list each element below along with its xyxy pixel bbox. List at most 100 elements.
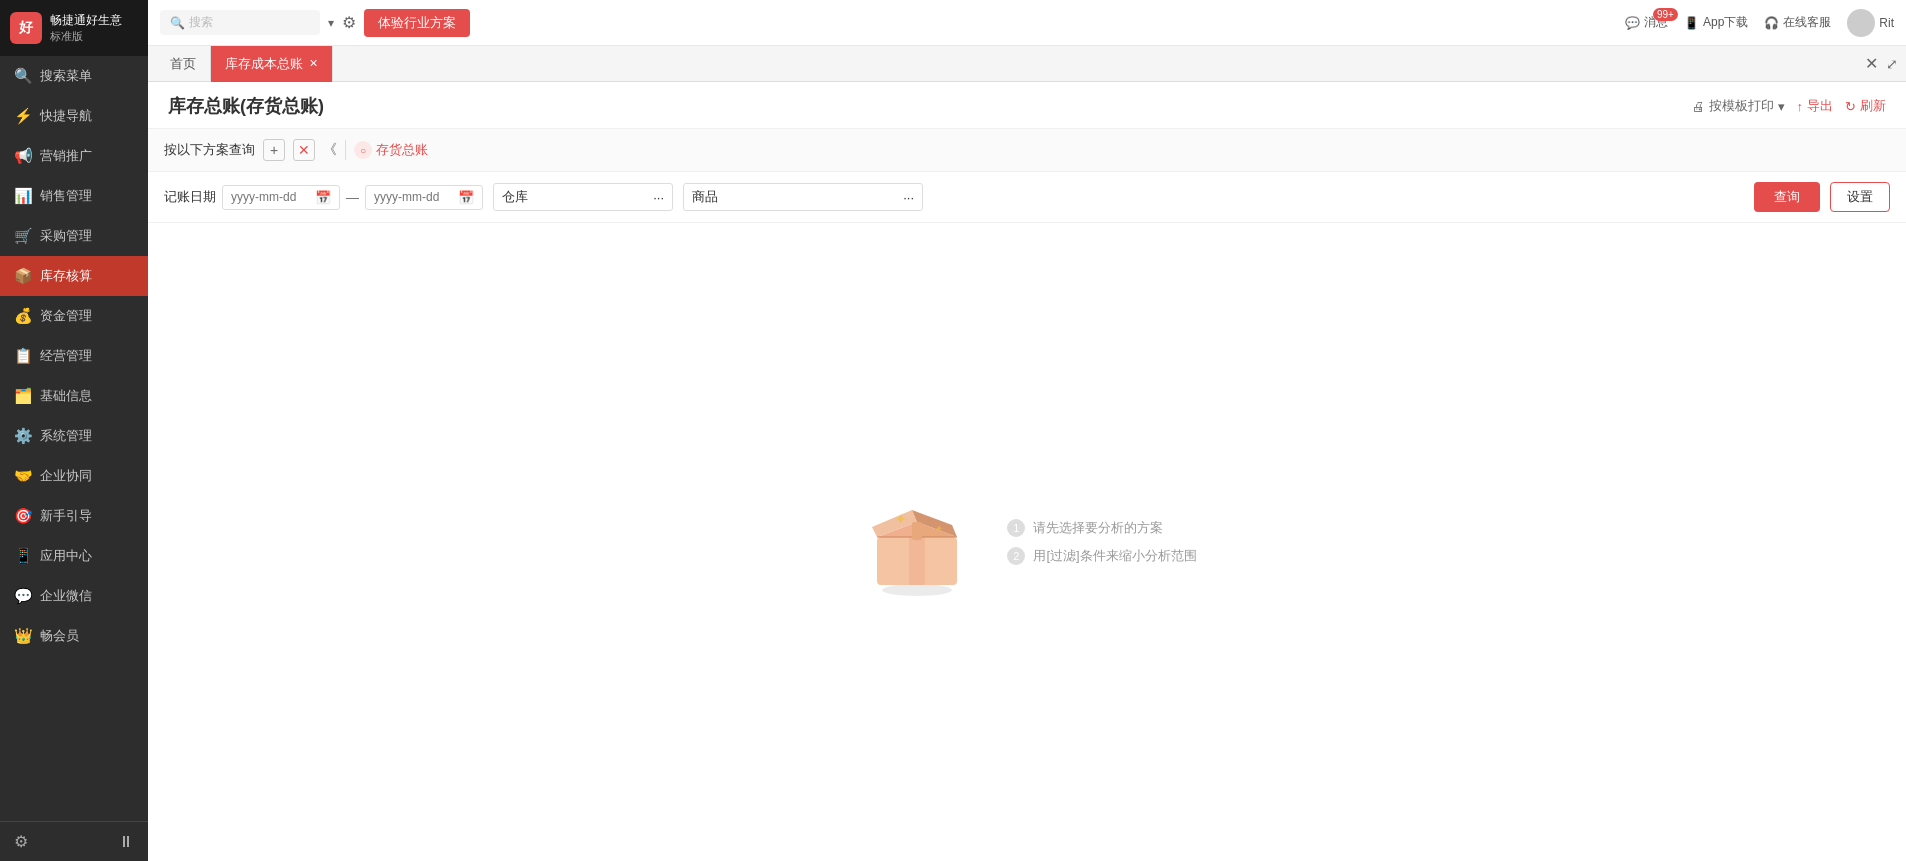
- refresh-btn[interactable]: ↻ 刷新: [1845, 97, 1886, 115]
- phone-icon: 📱: [1684, 16, 1699, 30]
- tab-close-icon[interactable]: ✕: [309, 57, 318, 70]
- warehouse-more-icon[interactable]: ···: [653, 190, 664, 205]
- warehouse-select[interactable]: 仓库 ···: [493, 183, 673, 211]
- app-download-label: App下载: [1703, 14, 1748, 31]
- cooperation-label: 企业协同: [40, 467, 92, 485]
- sidebar-item-basic-info[interactable]: 🗂️ 基础信息: [0, 376, 148, 416]
- svg-text:✦: ✦: [935, 523, 943, 534]
- logo-text: 畅捷通好生意 标准版: [50, 12, 122, 44]
- message-icon: 💬: [1625, 16, 1640, 30]
- sidebar-item-sales[interactable]: 📊 销售管理: [0, 176, 148, 216]
- tip-text-1: 请先选择要分析的方案: [1033, 519, 1163, 537]
- tip-num-2: 2: [1007, 547, 1025, 565]
- tab-inventory-cost[interactable]: 库存成本总账 ✕: [211, 46, 333, 82]
- close-all-tabs-icon[interactable]: ✕: [1857, 54, 1886, 73]
- export-btn[interactable]: ↑ 导出: [1797, 97, 1834, 115]
- sidebar-scroll: 🔍 搜索菜单 ⚡ 快捷导航 📢 营销推广 📊 销售管理 🛒 采购管理 📦 库存核…: [0, 56, 148, 821]
- filter-collapse-btn[interactable]: 《: [323, 141, 337, 159]
- filter-clear-btn[interactable]: ✕: [293, 139, 315, 161]
- app-center-label: 应用中心: [40, 547, 92, 565]
- beginner-icon: 🎯: [14, 507, 32, 525]
- tab-home-label: 首页: [170, 55, 196, 73]
- industry-btn[interactable]: 体验行业方案: [364, 9, 470, 37]
- sidebar-item-system[interactable]: ⚙️ 系统管理: [0, 416, 148, 456]
- date-field: 记账日期 📅 — 📅: [164, 185, 483, 210]
- page-title: 库存总账(存货总账): [168, 94, 324, 118]
- tabbar: 首页 库存成本总账 ✕ ✕ ⤢: [148, 46, 1906, 82]
- finance-label: 资金管理: [40, 307, 92, 325]
- filter-bar: 按以下方案查询 + ✕ 《 ○ 存货总账: [148, 129, 1906, 172]
- inventory-icon: 📦: [14, 267, 32, 285]
- scheme-item-inventory[interactable]: ○ 存货总账: [354, 141, 428, 159]
- refresh-label: 刷新: [1860, 97, 1886, 115]
- sidebar-item-wechat[interactable]: 💬 企业微信: [0, 576, 148, 616]
- headset-icon: 🎧: [1764, 16, 1779, 30]
- resize-icon[interactable]: ⤢: [1886, 56, 1898, 72]
- marketing-icon: 📢: [14, 147, 32, 165]
- query-btn[interactable]: 查询: [1754, 182, 1820, 212]
- sidebar-item-member[interactable]: 👑 畅会员: [0, 616, 148, 656]
- sidebar-item-finance[interactable]: 💰 资金管理: [0, 296, 148, 336]
- search-placeholder: 搜索: [189, 14, 213, 31]
- search-icon: 🔍: [14, 67, 32, 85]
- topbar-search[interactable]: 🔍 搜索: [160, 10, 320, 35]
- topbar: 🔍 搜索 ▾ ⚙ 体验行业方案 💬 消息 99+ 📱 App下载 🎧 在线客服: [148, 0, 1906, 46]
- empty-tips: 1 请先选择要分析的方案 2 用[过滤]条件来缩小分析范围: [1007, 519, 1196, 565]
- date-start-input[interactable]: 📅: [222, 185, 340, 210]
- sidebar-item-beginner[interactable]: 🎯 新手引导: [0, 496, 148, 536]
- topbar-dropdown[interactable]: ▾: [328, 16, 334, 30]
- operations-label: 经营管理: [40, 347, 92, 365]
- svg-text:✦: ✦: [895, 511, 907, 527]
- calendar-end-icon[interactable]: 📅: [458, 190, 474, 205]
- sidebar-item-purchase[interactable]: 🛒 采购管理: [0, 216, 148, 256]
- sidebar-item-search[interactable]: 🔍 搜索菜单: [0, 56, 148, 96]
- date-end-field[interactable]: [374, 190, 454, 204]
- print-icon: 🖨: [1692, 99, 1705, 114]
- topbar-gear-icon[interactable]: ⚙: [342, 13, 356, 32]
- content: 库存总账(存货总账) 🖨 按模板打印 ▾ ↑ 导出 ↻ 刷新 按以下方案查询: [148, 82, 1906, 861]
- sidebar-item-quick-nav[interactable]: ⚡ 快捷导航: [0, 96, 148, 136]
- purchase-icon: 🛒: [14, 227, 32, 245]
- filter-add-btn[interactable]: +: [263, 139, 285, 161]
- message-btn[interactable]: 💬 消息 99+: [1625, 14, 1668, 31]
- speaker-icon[interactable]: ⏸: [118, 833, 134, 851]
- filter-label: 按以下方案查询: [164, 141, 255, 159]
- sidebar-item-inventory[interactable]: 📦 库存核算: [0, 256, 148, 296]
- setting-btn[interactable]: 设置: [1830, 182, 1890, 212]
- sidebar: 好 畅捷通好生意 标准版 🔍 搜索菜单 ⚡ 快捷导航 📢 营销推广 📊 销售管理…: [0, 0, 148, 861]
- date-separator: —: [346, 190, 359, 205]
- goods-select[interactable]: 商品 ···: [683, 183, 923, 211]
- logo-sub: 标准版: [50, 29, 122, 44]
- date-end-input[interactable]: 📅: [365, 185, 483, 210]
- member-icon: 👑: [14, 627, 32, 645]
- basic-info-label: 基础信息: [40, 387, 92, 405]
- date-start-field[interactable]: [231, 190, 311, 204]
- sidebar-item-marketing[interactable]: 📢 营销推广: [0, 136, 148, 176]
- print-btn[interactable]: 🖨 按模板打印 ▾: [1692, 97, 1785, 115]
- tab-inventory-cost-label: 库存成本总账: [225, 55, 303, 73]
- sidebar-item-cooperation[interactable]: 🤝 企业协同: [0, 456, 148, 496]
- svg-point-0: [882, 584, 952, 596]
- sidebar-item-app-center[interactable]: 📱 应用中心: [0, 536, 148, 576]
- purchase-label: 采购管理: [40, 227, 92, 245]
- finance-icon: 💰: [14, 307, 32, 325]
- goods-more-icon[interactable]: ···: [903, 190, 914, 205]
- empty-tip-1: 1 请先选择要分析的方案: [1007, 519, 1196, 537]
- date-label: 记账日期: [164, 188, 216, 206]
- search-icon: 🔍: [170, 16, 185, 30]
- user-avatar[interactable]: Rit: [1847, 9, 1894, 37]
- calendar-start-icon[interactable]: 📅: [315, 190, 331, 205]
- sidebar-logo: 好 畅捷通好生意 标准版: [0, 0, 148, 56]
- warehouse-label: 仓库: [502, 188, 528, 206]
- tab-home[interactable]: 首页: [156, 46, 211, 82]
- sales-icon: 📊: [14, 187, 32, 205]
- sidebar-item-operations[interactable]: 📋 经营管理: [0, 336, 148, 376]
- app-download-btn[interactable]: 📱 App下载: [1684, 14, 1748, 31]
- search-label: 搜索菜单: [40, 67, 92, 85]
- empty-state: ✦ ✦ 1 请先选择要分析的方案 2 用[过滤]条件来缩小分析范围: [148, 223, 1906, 861]
- wechat-icon: 💬: [14, 587, 32, 605]
- username: Rit: [1879, 16, 1894, 30]
- settings-icon[interactable]: ⚙: [14, 832, 28, 851]
- export-label: 导出: [1807, 97, 1833, 115]
- online-service-btn[interactable]: 🎧 在线客服: [1764, 14, 1831, 31]
